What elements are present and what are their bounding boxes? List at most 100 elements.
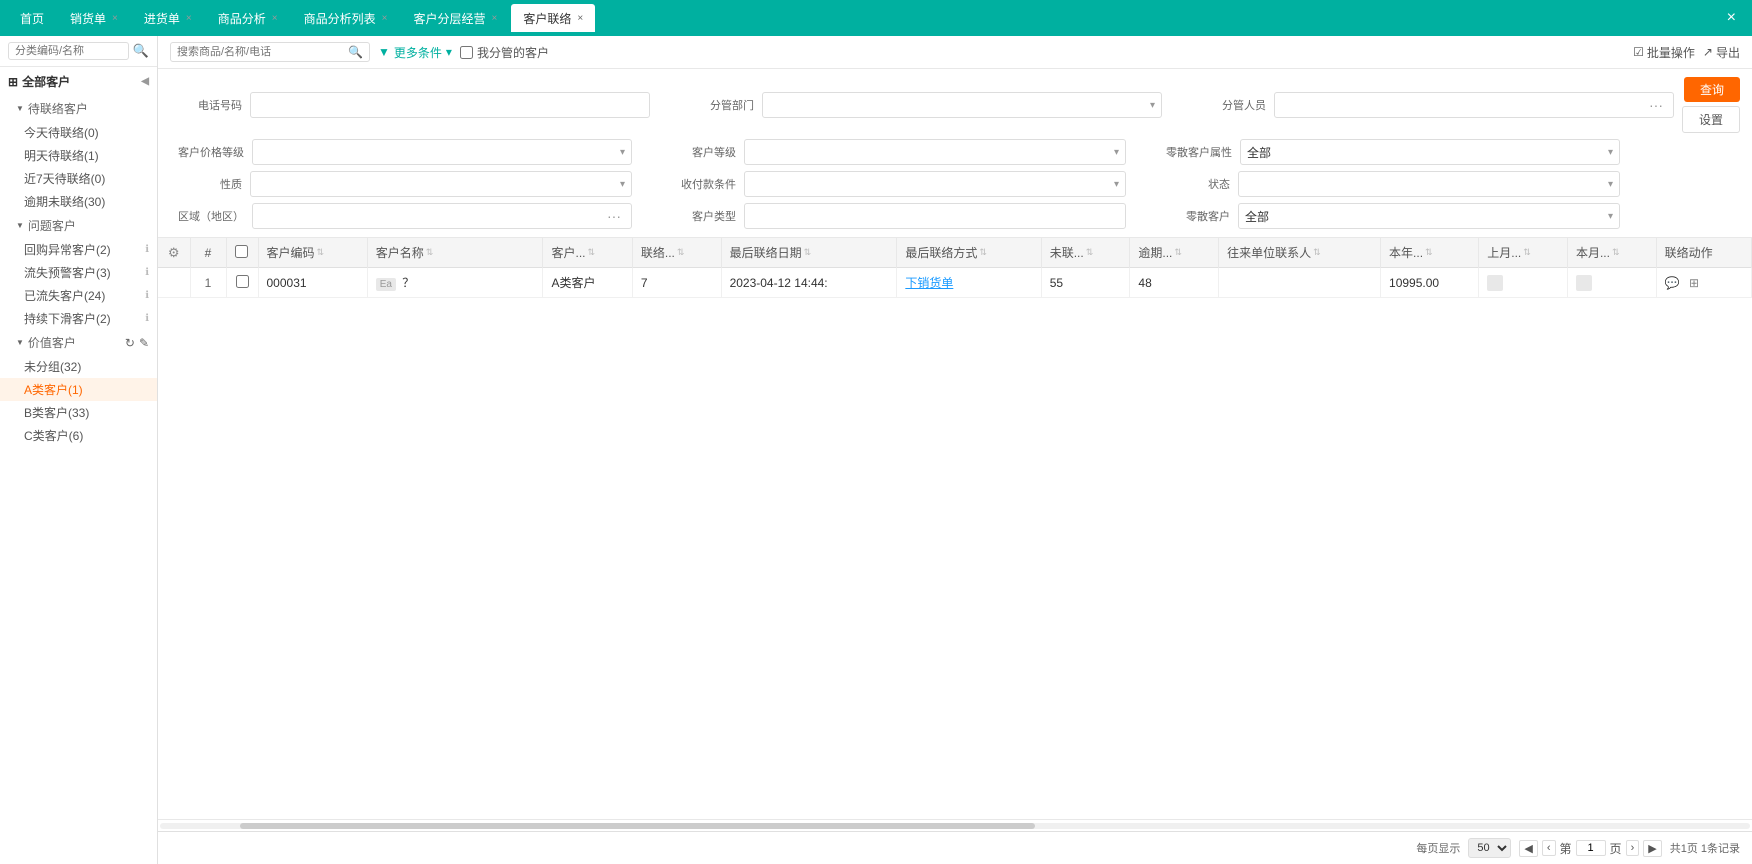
sidebar-item-class-a[interactable]: A类客户(1) xyxy=(0,378,157,401)
filter-retail-customer-label: 零散客户 xyxy=(1158,208,1238,224)
td-visits xyxy=(1219,268,1381,298)
sidebar-pending-group[interactable]: ▼ 待联络客户 xyxy=(0,96,157,121)
page-input[interactable] xyxy=(1576,840,1606,856)
th-name[interactable]: 客户名称 ⇅ xyxy=(367,238,543,268)
th-overdue[interactable]: 逾期... ⇅ xyxy=(1130,238,1219,268)
nav-tab-customer-contact-close[interactable]: × xyxy=(577,13,583,24)
sidebar-value-refresh-icon[interactable]: ↻ xyxy=(125,336,135,350)
sidebar-collapse-icon[interactable]: ◀ xyxy=(141,76,149,87)
th-this-month[interactable]: 本月... ⇅ xyxy=(1567,238,1656,268)
sidebar-search-input[interactable] xyxy=(8,42,129,60)
th-code[interactable]: 客户编码 ⇅ xyxy=(258,238,367,268)
sidebar-item-churned[interactable]: 已流失客户(24) ℹ xyxy=(0,284,157,307)
sidebar-item-today[interactable]: 今天待联络(0) xyxy=(0,121,157,144)
nav-tab-purchase-close[interactable]: × xyxy=(186,13,192,24)
sidebar-item-class-c[interactable]: C类客户(6) xyxy=(0,424,157,447)
last-page-button[interactable]: ▶ xyxy=(1643,840,1661,857)
filter-phone-input[interactable] xyxy=(250,92,650,118)
my-customers-check[interactable] xyxy=(460,46,473,59)
sidebar-item-churn-warning[interactable]: 流失预警客户(3) ℹ xyxy=(0,261,157,284)
sidebar-problem-group[interactable]: ▼ 问题客户 xyxy=(0,213,157,238)
th-visits[interactable]: 往来单位联系人 ⇅ xyxy=(1219,238,1381,268)
filter-dept-label: 分管部门 xyxy=(682,97,762,113)
sidebar-item-ungroup[interactable]: 未分组(32) xyxy=(0,355,157,378)
page-size-select[interactable]: 50 xyxy=(1468,838,1511,858)
my-customers-checkbox[interactable]: 我分管的客户 xyxy=(460,44,549,61)
nav-tab-analysis-list[interactable]: 商品分析列表 × xyxy=(292,4,400,32)
nav-tab-customer-contact[interactable]: 客户联络 × xyxy=(511,4,595,32)
th-contact[interactable]: 联络... ⇅ xyxy=(632,238,721,268)
th-this-year[interactable]: 本年... ⇅ xyxy=(1381,238,1479,268)
bottom-bar: 每页显示 50 ◀ ‹ 第 页 › ▶ 共1页 1条记录 xyxy=(158,831,1752,864)
filter-nature-select[interactable]: ▾ xyxy=(250,171,632,197)
nav-tab-analysis-close[interactable]: × xyxy=(272,13,278,24)
nav-tab-customer-segment[interactable]: 客户分层经营 × xyxy=(401,4,509,32)
settings-gear-icon[interactable]: ⚙ xyxy=(168,245,180,260)
row-last-month xyxy=(1487,275,1503,291)
nav-tab-home[interactable]: 首页 xyxy=(8,4,56,32)
search-icon[interactable]: 🔍 xyxy=(348,45,363,59)
filter-customer-type-select[interactable] xyxy=(744,203,1126,229)
prev-page-button[interactable]: ‹ xyxy=(1542,840,1556,856)
main-layout: 🔍 ⊞ 全部客户 ◀ ▼ 待联络客户 今天待联络(0) 明天待联络(1) 近7天… xyxy=(0,36,1752,864)
query-button[interactable]: 查询 xyxy=(1684,77,1740,102)
sidebar-item-tomorrow[interactable]: 明天待联络(1) xyxy=(0,144,157,167)
row-action-chat[interactable]: 💬 xyxy=(1665,276,1680,290)
filter-retail-customer-select[interactable]: 全部 ▾ xyxy=(1238,203,1620,229)
th-no-contact[interactable]: 未联... ⇅ xyxy=(1041,238,1130,268)
filter-status-select[interactable]: ▾ xyxy=(1238,171,1620,197)
filter-region-dots[interactable]: ··· xyxy=(603,208,625,224)
filter-price-grade-select[interactable]: ▾ xyxy=(252,139,632,165)
table-row: 1 000031 Ea ？ A类客户 xyxy=(158,268,1752,298)
filter-region-select[interactable]: ··· xyxy=(252,203,632,229)
row-action-grid[interactable]: ⊞ xyxy=(1689,276,1699,290)
search-input[interactable] xyxy=(177,46,344,58)
filter-person-select[interactable]: ··· xyxy=(1274,92,1674,118)
filter-area: 电话号码 分管部门 ▾ 分管人员 ··· xyxy=(158,69,1752,238)
th-last-method[interactable]: 最后联络方式 ⇅ xyxy=(897,238,1041,268)
sidebar-search-icon[interactable]: 🔍 xyxy=(133,43,149,59)
sidebar: 🔍 ⊞ 全部客户 ◀ ▼ 待联络客户 今天待联络(0) 明天待联络(1) 近7天… xyxy=(0,36,158,864)
th-overdue-label: 逾期... xyxy=(1138,244,1172,261)
nav-tab-analysis-list-label: 商品分析列表 xyxy=(304,10,376,27)
batch-op-button[interactable]: ☑ 批量操作 xyxy=(1633,44,1695,61)
window-close-button[interactable]: × xyxy=(1719,9,1744,27)
filter-customer-grade-select[interactable]: ▾ xyxy=(744,139,1126,165)
horizontal-scrollbar[interactable] xyxy=(158,819,1752,831)
filter-person-dots[interactable]: ··· xyxy=(1645,97,1667,113)
sidebar-item-class-b[interactable]: B类客户(33) xyxy=(0,401,157,424)
th-last-month[interactable]: 上月... ⇅ xyxy=(1479,238,1568,268)
settings-button[interactable]: 设置 xyxy=(1682,106,1740,133)
nav-tab-sales[interactable]: 销货单 × xyxy=(58,4,130,32)
filter-customer-grade: 客户等级 ▾ xyxy=(664,139,1126,165)
nav-tab-analysis-list-close[interactable]: × xyxy=(382,13,388,24)
more-filter-button[interactable]: ▼ 更多条件 ▾ xyxy=(378,44,452,61)
next-page-button[interactable]: › xyxy=(1626,840,1640,856)
th-type[interactable]: 客户... ⇅ xyxy=(543,238,632,268)
sidebar-item-repurchase[interactable]: 回购异常客户(2) ℹ xyxy=(0,238,157,261)
first-page-button[interactable]: ◀ xyxy=(1519,840,1537,857)
filter-payment-select[interactable]: ▾ xyxy=(744,171,1126,197)
export-label: 导出 xyxy=(1716,44,1740,61)
filter-dept-select[interactable]: ▾ xyxy=(762,92,1162,118)
sidebar-all-customers[interactable]: ⊞ 全部客户 ◀ xyxy=(0,67,157,96)
export-button[interactable]: ↗ 导出 xyxy=(1703,44,1740,61)
nav-tab-purchase[interactable]: 进货单 × xyxy=(132,4,204,32)
sidebar-value-group[interactable]: ▼ 价值客户 ↻ ✎ xyxy=(0,330,157,355)
th-last-date[interactable]: 最后联络日期 ⇅ xyxy=(721,238,897,268)
nav-tab-sales-close[interactable]: × xyxy=(112,13,118,24)
sidebar-item-declining[interactable]: 持续下滑客户(2) ℹ xyxy=(0,307,157,330)
select-all-checkbox[interactable] xyxy=(235,245,248,258)
td-contact: 7 xyxy=(632,268,721,298)
sidebar-item-overdue[interactable]: 逾期未联络(30) xyxy=(0,190,157,213)
filter-retail-customer-value: 全部 xyxy=(1245,208,1269,225)
row-last-method[interactable]: 下销货单 xyxy=(905,276,953,290)
sidebar-item-7days[interactable]: 近7天待联络(0) xyxy=(0,167,157,190)
row-checkbox[interactable] xyxy=(236,275,249,288)
filter-retail-attr-select[interactable]: 全部 ▾ xyxy=(1240,139,1620,165)
nav-tab-customer-segment-close[interactable]: × xyxy=(491,13,497,24)
nav-tab-analysis[interactable]: 商品分析 × xyxy=(206,4,290,32)
th-settings[interactable]: ⚙ xyxy=(158,238,190,268)
sidebar-value-edit-icon[interactable]: ✎ xyxy=(139,336,149,350)
filter-payment: 收付款条件 ▾ xyxy=(664,171,1126,197)
